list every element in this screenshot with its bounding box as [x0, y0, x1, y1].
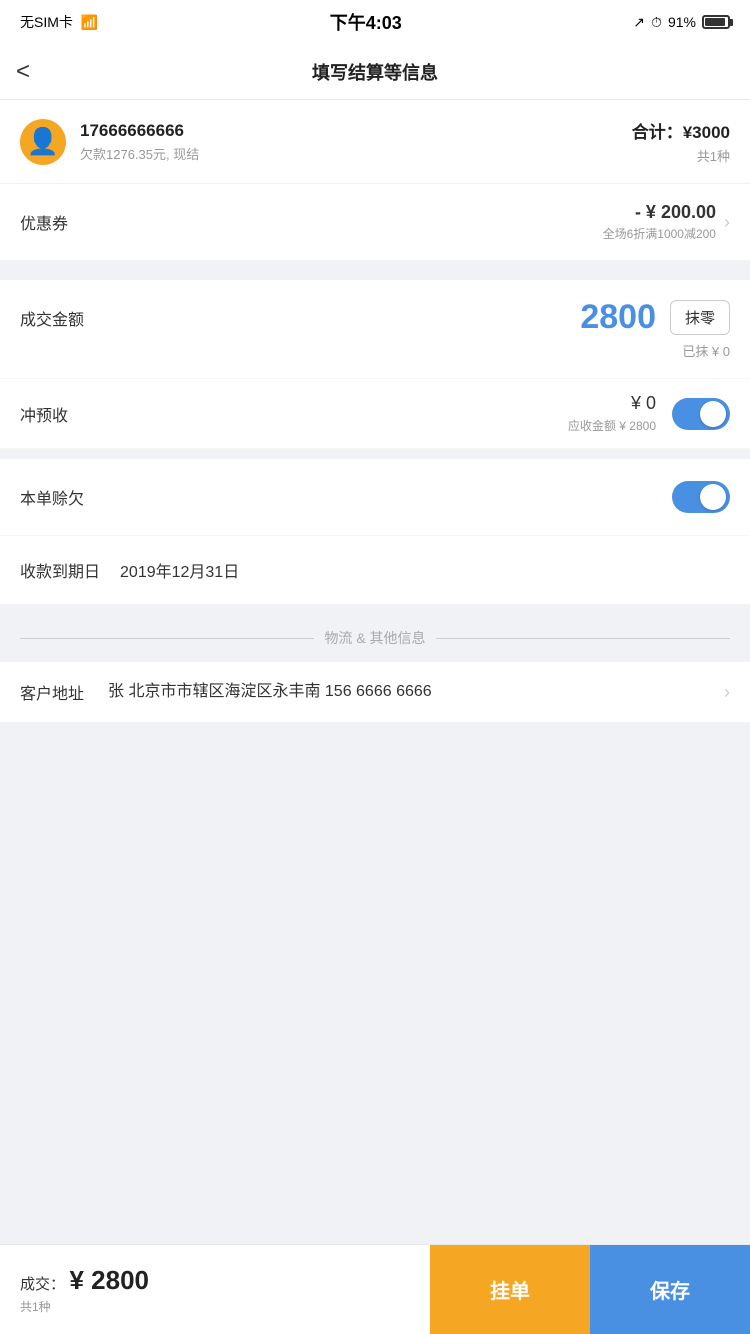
logistics-text: 物流 & 其他信息 — [324, 628, 425, 648]
address-row[interactable]: 客户地址 张 北京市市辖区海淀区永丰南 156 6666 6666 › — [0, 662, 750, 722]
round-zero-button[interactable]: 抹零 — [670, 300, 730, 335]
prepay-amount: ¥ 0 — [568, 393, 656, 414]
carrier-text: 无SIM卡 — [20, 12, 73, 32]
deal-amount-row: 成交金额 2800 抹零 — [20, 298, 730, 337]
address-chevron-icon: › — [724, 682, 730, 703]
main-content: 👤 17666666666 欠款1276.35元, 现结 合计：¥3000 共1… — [0, 100, 750, 952]
user-row: 👤 17666666666 欠款1276.35元, 现结 合计：¥3000 共1… — [0, 100, 750, 184]
nav-bar: < 填写结算等信息 — [0, 44, 750, 100]
address-label: 客户地址 — [20, 680, 92, 704]
user-card: 👤 17666666666 欠款1276.35元, 现结 合计：¥3000 共1… — [0, 100, 750, 260]
logistics-line-left — [20, 638, 314, 639]
deal-erased: 已抹 ¥ 0 — [20, 341, 730, 360]
debt-toggle[interactable] — [672, 481, 730, 513]
alarm-icon: ⏱ — [651, 14, 662, 31]
bottom-deal-row: 成交： ¥ 2800 — [20, 1265, 410, 1296]
coupon-right: - ¥ 200.00 全场6折满1000减200 › — [603, 202, 730, 242]
coupon-desc: 全场6折满1000减200 — [603, 225, 716, 242]
total-amount: 合计：¥3000 — [632, 118, 730, 143]
address-value: 张 北京市市辖区海淀区永丰南 156 6666 6666 — [108, 680, 708, 704]
avatar-icon: 👤 — [27, 126, 59, 157]
debt-row: 本单赊欠 — [0, 459, 750, 536]
bottom-deal-label: 成交： — [20, 1276, 65, 1293]
logistics-line-right — [436, 638, 730, 639]
due-date-value: 2019年12月31日 — [120, 558, 239, 582]
wifi-icon: 📶 — [81, 14, 98, 31]
bottom-deal-amount: ¥ 2800 — [69, 1265, 149, 1295]
coupon-row[interactable]: 优惠券 - ¥ 200.00 全场6折满1000减200 › — [0, 184, 750, 260]
status-left: 无SIM卡 📶 — [20, 12, 98, 32]
location-icon: ↗ — [633, 14, 645, 31]
user-total: 合计：¥3000 共1种 — [632, 118, 730, 165]
deal-amount-label: 成交金额 — [20, 306, 84, 330]
status-bar: 无SIM卡 📶 下午4:03 ↗ ⏱ 91% — [0, 0, 750, 44]
logistics-divider: 物流 & 其他信息 — [0, 614, 750, 662]
status-time: 下午4:03 — [330, 9, 402, 35]
section-divider-3 — [0, 604, 750, 614]
gray-bg-area — [0, 722, 750, 862]
deal-amount-section: 成交金额 2800 抹零 已抹 ¥ 0 — [0, 280, 750, 379]
prepay-toggle[interactable] — [672, 398, 730, 430]
save-button[interactable]: 保存 — [590, 1245, 750, 1334]
section-divider-2 — [0, 449, 750, 459]
chevron-right-icon: › — [724, 212, 730, 233]
bottom-bar: 成交： ¥ 2800 共1种 挂单 保存 — [0, 1244, 750, 1334]
total-count: 共1种 — [632, 146, 730, 165]
user-phone: 17666666666 — [80, 121, 632, 141]
coupon-label: 优惠券 — [20, 210, 68, 234]
section-divider-1 — [0, 270, 750, 280]
deal-amount-value: 2800 — [580, 298, 656, 337]
prepay-right: ¥ 0 应收金额 ¥ 2800 — [568, 393, 730, 434]
prepay-info: ¥ 0 应收金额 ¥ 2800 — [568, 393, 656, 434]
page-title: 填写结算等信息 — [312, 59, 438, 85]
coupon-info: - ¥ 200.00 全场6折满1000减200 — [603, 202, 716, 242]
battery-percent: 91% — [668, 14, 696, 30]
back-button[interactable]: < — [16, 58, 30, 86]
coupon-discount: - ¥ 200.00 — [603, 202, 716, 223]
deal-amount-right: 2800 抹零 — [580, 298, 730, 337]
battery-icon — [702, 15, 730, 29]
prepay-label: 冲预收 — [20, 402, 68, 426]
bottom-deal-count: 共1种 — [20, 1298, 410, 1315]
debt-label: 本单赊欠 — [20, 485, 84, 509]
status-right: ↗ ⏱ 91% — [633, 14, 730, 31]
hang-button[interactable]: 挂单 — [430, 1245, 590, 1334]
prepay-section: 冲预收 ¥ 0 应收金额 ¥ 2800 — [0, 379, 750, 449]
due-date-row: 收款到期日 2019年12月31日 — [0, 536, 750, 604]
avatar: 👤 — [20, 119, 66, 165]
due-date-label: 收款到期日 — [20, 558, 100, 582]
user-debt: 欠款1276.35元, 现结 — [80, 144, 632, 163]
user-info: 17666666666 欠款1276.35元, 现结 — [80, 121, 632, 163]
prepay-top: 冲预收 ¥ 0 应收金额 ¥ 2800 — [20, 393, 730, 434]
bottom-summary: 成交： ¥ 2800 共1种 — [0, 1265, 430, 1315]
prepay-receivable: 应收金额 ¥ 2800 — [568, 417, 656, 434]
